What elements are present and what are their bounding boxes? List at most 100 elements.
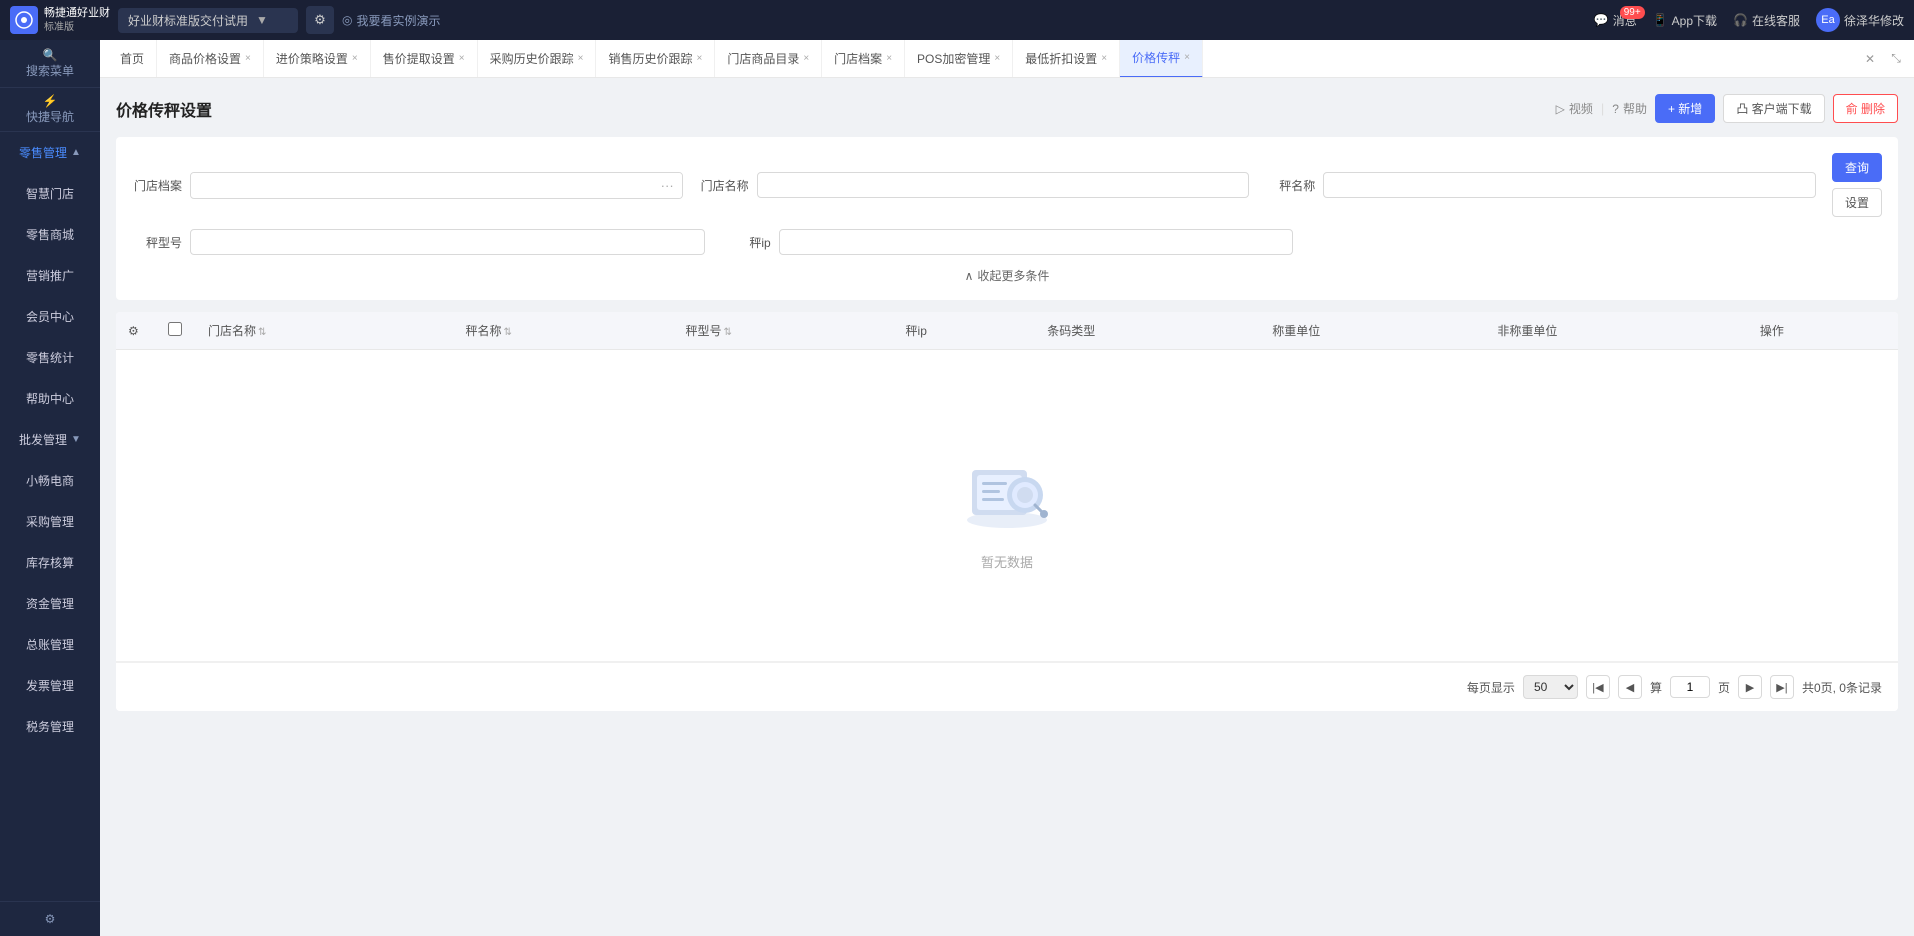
tab-close-purchase-history[interactable]: × — [578, 53, 584, 64]
window-buttons: ✕ ⤡ — [1860, 49, 1906, 69]
tab-close-pos-management[interactable]: × — [994, 53, 1000, 64]
first-page-button[interactable]: |◀ — [1586, 675, 1610, 699]
tab-store-catalog[interactable]: 门店商品目录 × — [715, 40, 822, 78]
sidebar-item-small-ecom[interactable]: 小畅电商 — [0, 460, 100, 501]
message-button[interactable]: 💬 消息 99+ — [1594, 12, 1637, 29]
sidebar-item-smart-store[interactable]: 智慧门店 — [0, 173, 100, 214]
page-suffix-label: 页 — [1718, 679, 1730, 696]
sidebar-search-label: 搜索菜单 — [6, 62, 94, 79]
tab-selector[interactable]: 好业财标准版交付试用 ▼ — [118, 8, 298, 33]
sidebar-item-general-ledger[interactable]: 总账管理 — [0, 624, 100, 665]
sidebar-item-member[interactable]: 会员中心 — [0, 296, 100, 337]
pagination: 每页显示 50 10 20 100 |◀ ◀ 算 页 ▶ ▶| 共0页, 0条记… — [116, 662, 1898, 711]
page-label: 算 — [1650, 679, 1662, 696]
tab-min-discount[interactable]: 最低折扣设置 × — [1013, 40, 1120, 78]
th-settings[interactable]: ⚙ — [116, 312, 156, 350]
page-size-select[interactable]: 50 10 20 100 — [1523, 675, 1578, 699]
tab-close-price-scale[interactable]: × — [1184, 52, 1190, 63]
empty-cell: 暂无数据 — [116, 350, 1898, 662]
tab-price-scale[interactable]: 价格传秤 × — [1120, 40, 1203, 78]
user-name: 徐泽华修改 — [1844, 12, 1904, 29]
page-content: 价格传秤设置 ▷ 视频 | ? 帮助 + 新增 凸 客户端下载 俞 删除 — [100, 78, 1914, 936]
collapse-button[interactable]: ∧ 收起更多条件 — [965, 267, 1050, 284]
th-checkbox[interactable] — [156, 312, 196, 350]
scale-ip-input[interactable] — [779, 229, 1294, 255]
sidebar-item-inventory[interactable]: 库存核算 — [0, 542, 100, 583]
page-number-input[interactable] — [1670, 676, 1710, 698]
empty-text: 暂无数据 — [981, 552, 1033, 571]
store-more-icon[interactable]: ··· — [653, 173, 682, 198]
tab-close-price-settings[interactable]: × — [245, 53, 251, 64]
store-name-input[interactable] — [757, 172, 1250, 198]
add-button[interactable]: + 新增 — [1655, 94, 1715, 123]
tab-close-purchase-strategy[interactable]: × — [352, 53, 358, 64]
sidebar-item-purchase[interactable]: 采购管理 — [0, 501, 100, 542]
store-profile-input[interactable] — [191, 173, 653, 197]
th-scale-name: 秤名称⇅ — [454, 312, 674, 350]
delete-button[interactable]: 俞 删除 — [1833, 94, 1898, 123]
scale-name-input[interactable] — [1323, 172, 1816, 198]
app-download-button[interactable]: 📱 App下载 — [1653, 12, 1717, 29]
close-window-button[interactable]: ✕ — [1860, 49, 1880, 69]
online-service-button[interactable]: 🎧 在线客服 — [1733, 12, 1800, 29]
scale-model-field: 秤型号 — [132, 229, 705, 255]
logo-icon — [10, 6, 38, 34]
help-link[interactable]: ? 帮助 — [1612, 100, 1647, 117]
tab-close-min-discount[interactable]: × — [1101, 53, 1107, 64]
sidebar-item-marketing[interactable]: 营销推广 — [0, 255, 100, 296]
sidebar-settings-button[interactable]: ⚙ — [0, 901, 100, 936]
tab-sales-history[interactable]: 销售历史价跟踪 × — [596, 40, 715, 78]
store-profile-field: 门店档案 ··· — [132, 172, 683, 199]
tab-close-selling-extract[interactable]: × — [459, 53, 465, 64]
video-link[interactable]: ▷ 视频 — [1556, 100, 1593, 117]
tab-close-store-catalog[interactable]: × — [803, 53, 809, 64]
divider: | — [1601, 101, 1604, 116]
tab-store-profile[interactable]: 门店档案 × — [822, 40, 905, 78]
prev-page-button[interactable]: ◀ — [1618, 675, 1642, 699]
demo-link[interactable]: ◎ 我要看实例演示 — [342, 12, 441, 29]
tab-home[interactable]: 首页 — [108, 40, 157, 78]
settings-query-button[interactable]: 设置 — [1832, 188, 1882, 217]
th-operations: 操作 — [1748, 312, 1898, 350]
query-button[interactable]: 查询 — [1832, 153, 1882, 182]
form-row-collapse: ∧ 收起更多条件 — [132, 267, 1882, 284]
sidebar-item-retail-stats[interactable]: 零售统计 — [0, 337, 100, 378]
sidebar-item-wholesale[interactable]: 批发管理 ▼ — [0, 419, 100, 460]
sidebar: 🔍 搜索菜单 ⚡ 快捷导航 零售管理 ▲ 智慧门店 零售商城 营销推广 会员中心… — [0, 40, 100, 936]
sidebar-item-finance[interactable]: 资金管理 — [0, 583, 100, 624]
next-page-button[interactable]: ▶ — [1738, 675, 1762, 699]
sidebar-item-retail[interactable]: 零售管理 ▲ — [0, 132, 100, 173]
collapse-icon: ∧ — [965, 269, 974, 283]
tab-close-sales-history[interactable]: × — [696, 53, 702, 64]
table-settings-icon[interactable]: ⚙ — [128, 324, 139, 338]
topbar-settings-button[interactable]: ⚙ — [306, 6, 334, 34]
content-area: 首页 商品价格设置 × 进价策略设置 × 售价提取设置 × 采购历史价跟踪 × … — [100, 40, 1914, 936]
scale-ip-label: 秤ip — [721, 234, 771, 251]
last-page-button[interactable]: ▶| — [1770, 675, 1794, 699]
tab-price-settings[interactable]: 商品价格设置 × — [157, 40, 264, 78]
arrow-up-icon: ▲ — [71, 147, 81, 158]
tab-pos-management[interactable]: POS加密管理 × — [905, 40, 1013, 78]
sidebar-search[interactable]: 🔍 搜索菜单 — [0, 40, 100, 88]
dropdown-arrow-icon: ▼ — [256, 13, 268, 27]
tab-selling-extract[interactable]: 售价提取设置 × — [371, 40, 478, 78]
empty-row: 暂无数据 — [116, 350, 1898, 662]
tab-selector-label: 好业财标准版交付试用 — [128, 12, 248, 29]
video-icon: ▷ — [1556, 102, 1565, 116]
sidebar-item-help[interactable]: 帮助中心 — [0, 378, 100, 419]
tab-purchase-history[interactable]: 采购历史价跟踪 × — [478, 40, 597, 78]
sidebar-nav[interactable]: ⚡ 快捷导航 — [0, 88, 100, 132]
sidebar-item-invoice[interactable]: 发票管理 — [0, 665, 100, 706]
sidebar-nav-label: 快捷导航 — [6, 108, 94, 125]
sort-icon-2: ⇅ — [504, 327, 512, 338]
user-info[interactable]: Ea 徐泽华修改 — [1816, 8, 1904, 32]
download-button[interactable]: 凸 客户端下载 — [1723, 94, 1824, 123]
tab-close-store-profile[interactable]: × — [886, 53, 892, 64]
sidebar-item-retail-mall[interactable]: 零售商城 — [0, 214, 100, 255]
scale-model-input[interactable] — [190, 229, 705, 255]
sidebar-item-tax[interactable]: 税务管理 — [0, 706, 100, 747]
select-all-checkbox[interactable] — [168, 322, 182, 336]
page-header: 价格传秤设置 ▷ 视频 | ? 帮助 + 新增 凸 客户端下载 俞 删除 — [116, 94, 1898, 123]
tab-purchase-strategy[interactable]: 进价策略设置 × — [264, 40, 371, 78]
maximize-window-button[interactable]: ⤡ — [1886, 49, 1906, 69]
